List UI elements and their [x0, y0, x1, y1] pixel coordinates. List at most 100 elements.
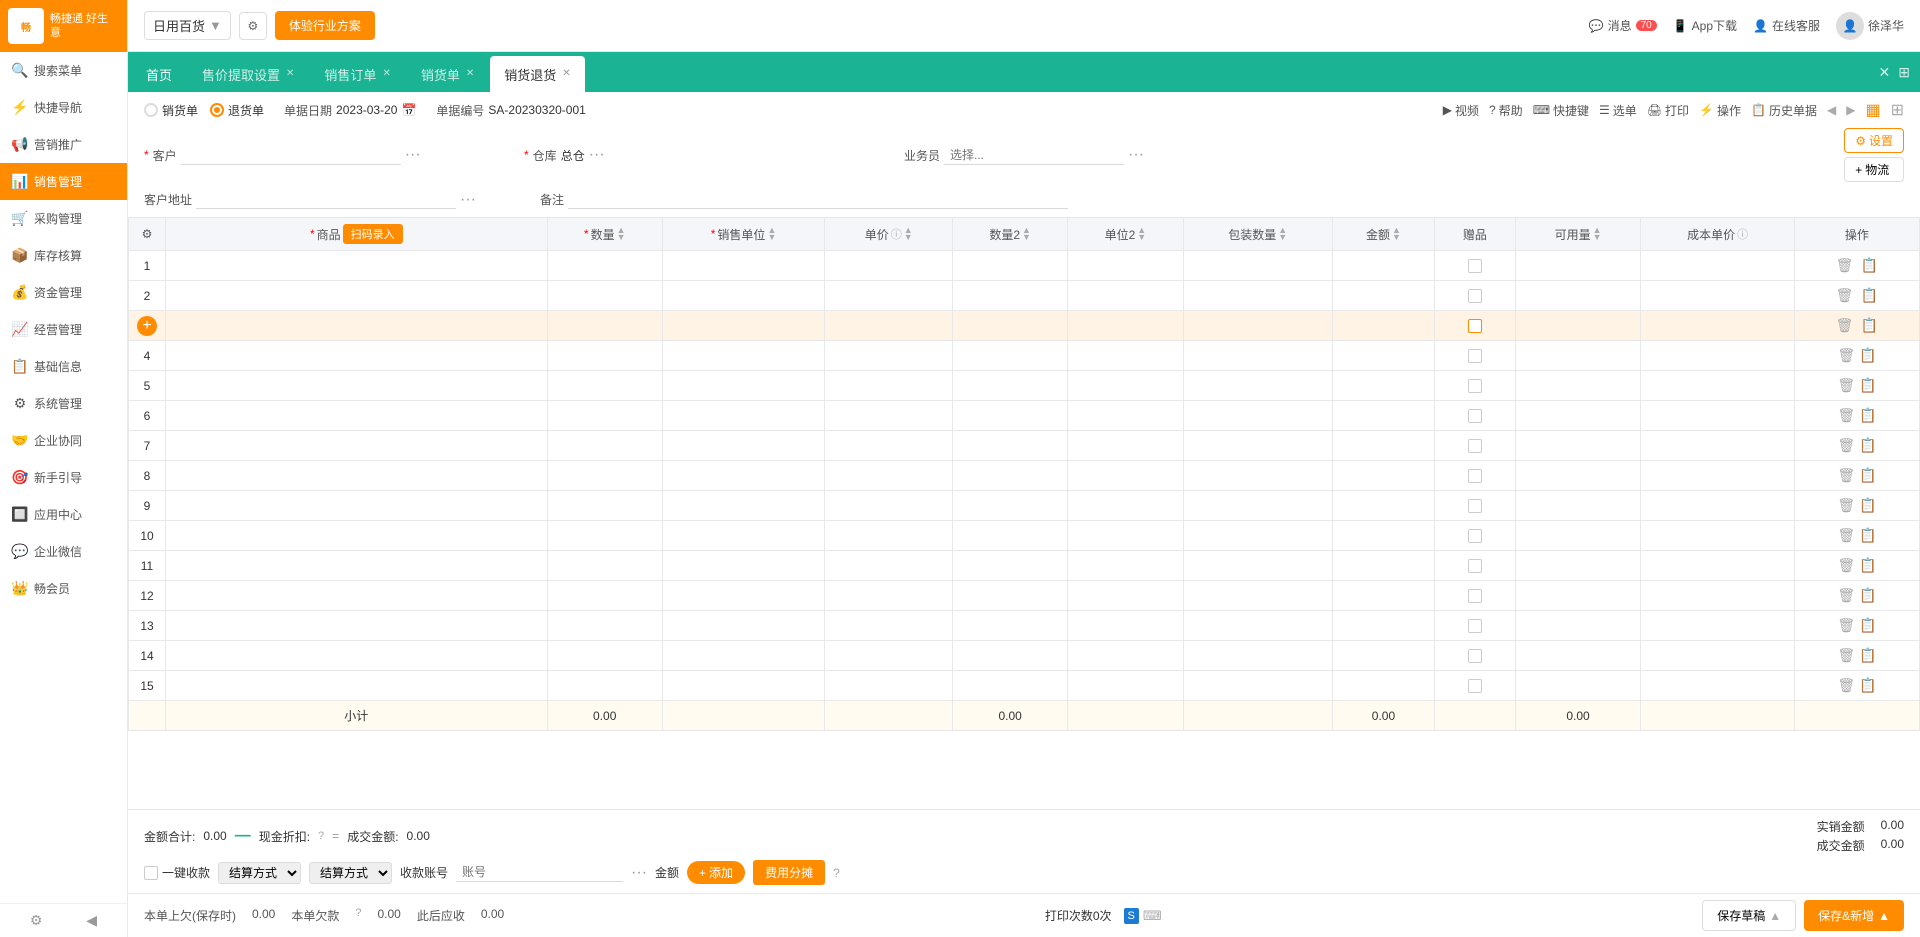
row-unit2[interactable] [1068, 311, 1183, 341]
copy-row-icon[interactable]: 📋 [1859, 467, 1876, 483]
row-amount[interactable] [1332, 281, 1434, 311]
copy-row-icon[interactable]: 📋 [1859, 377, 1876, 393]
tab-close-icon[interactable]: ✕ [466, 69, 474, 79]
row-price[interactable] [825, 281, 953, 311]
one-click-payment-checkbox[interactable]: 一键收款 [144, 864, 210, 881]
row-qty2[interactable] [953, 251, 1068, 281]
account-input[interactable] [456, 863, 623, 882]
experience-button[interactable]: 体验行业方案 [275, 11, 375, 40]
delete-row-icon[interactable]: 🗑 [1837, 467, 1855, 483]
row-price[interactable] [825, 311, 953, 341]
scan-barcode-button[interactable]: 扫码录入 [343, 224, 403, 244]
delete-row-icon[interactable]: 🗑 [1836, 287, 1854, 303]
row-qty[interactable] [547, 251, 662, 281]
sidebar-item-finance[interactable]: 💰 资金管理 [0, 274, 127, 311]
delete-row-icon[interactable]: 🗑 [1837, 347, 1855, 363]
save-new-button[interactable]: 保存&新增 ▲ [1804, 900, 1904, 931]
radio-sales[interactable]: 销货单 [144, 102, 198, 119]
copy-row-icon[interactable]: 📋 [1859, 497, 1876, 513]
nav-next-icon[interactable]: ▶ [1846, 103, 1855, 117]
gift-checkbox[interactable] [1468, 439, 1482, 453]
discount-help-icon[interactable]: ? [318, 830, 324, 842]
copy-row-icon[interactable]: 📋 [1859, 407, 1876, 423]
tab-menu-icon[interactable]: ⊞ [1896, 62, 1912, 83]
gift-checkbox[interactable] [1468, 379, 1482, 393]
tab-price-settings[interactable]: 售价提取设置 ✕ [188, 56, 308, 92]
copy-row-icon[interactable]: 📋 [1859, 557, 1876, 573]
delete-row-icon[interactable]: 🗑 [1836, 317, 1854, 333]
sidebar-item-search[interactable]: 🔍 搜索菜单 [0, 52, 127, 89]
sidebar-item-newbie[interactable]: 🎯 新手引导 [0, 459, 127, 496]
account-dots-icon[interactable]: ··· [631, 865, 647, 881]
user-profile[interactable]: 👤 徐泽华 [1836, 12, 1904, 40]
salesperson-input[interactable] [944, 146, 1124, 165]
row-qty[interactable] [547, 311, 662, 341]
radio-return[interactable]: 退货单 [210, 102, 264, 119]
sidebar-item-enterprise[interactable]: 🤝 企业协同 [0, 422, 127, 459]
address-dots-icon[interactable]: ··· [460, 192, 476, 208]
copy-row-icon[interactable]: 📋 [1859, 437, 1876, 453]
online-service-button[interactable]: 👤 在线客服 [1753, 17, 1820, 34]
row-unit[interactable] [662, 251, 824, 281]
gift-checkbox[interactable] [1468, 649, 1482, 663]
copy-row-icon[interactable]: 📋 [1859, 677, 1876, 693]
fenpei-button[interactable]: 费用分摊 [753, 860, 825, 885]
delete-row-icon[interactable]: 🗑 [1837, 587, 1855, 603]
calc-select[interactable]: 结算方式 [309, 862, 392, 884]
owe-help-icon[interactable]: ? [355, 907, 361, 924]
copy-row-icon[interactable]: 📋 [1859, 347, 1876, 363]
tab-sales[interactable]: 销货单 ✕ [407, 56, 488, 92]
add-payment-button[interactable]: + 添加 [687, 861, 745, 884]
row-amount[interactable] [1332, 311, 1434, 341]
row-qty2[interactable] [953, 311, 1068, 341]
copy-row-icon[interactable]: 📋 [1859, 647, 1876, 663]
tab-sales-return[interactable]: 销货退货 ✕ [490, 56, 584, 92]
row-price[interactable] [825, 251, 953, 281]
list-view-icon[interactable]: ▦ [1865, 100, 1880, 120]
delete-row-icon[interactable]: 🗑 [1837, 437, 1855, 453]
sidebar-item-member[interactable]: 👑 畅会员 [0, 570, 127, 607]
nav-prev-icon[interactable]: ◀ [1827, 103, 1836, 117]
row-amount[interactable] [1332, 251, 1434, 281]
row-pack-qty[interactable] [1183, 311, 1332, 341]
settlement-select[interactable]: 结算方式 [218, 862, 301, 884]
sidebar-item-operation[interactable]: 📈 经营管理 [0, 311, 127, 348]
gift-checkbox[interactable] [1468, 529, 1482, 543]
calendar-icon[interactable]: 📅 [401, 103, 416, 117]
customer-input[interactable] [181, 146, 401, 165]
copy-row-icon[interactable]: 📋 [1861, 317, 1878, 333]
delete-row-icon[interactable]: 🗑 [1837, 557, 1855, 573]
sidebar-item-marketing[interactable]: 📢 营销推广 [0, 126, 127, 163]
settings-config-button[interactable]: ⚙ 设置 [1844, 128, 1904, 153]
row-available[interactable] [1515, 311, 1641, 341]
salesperson-dots-icon[interactable]: ··· [1128, 147, 1144, 163]
delete-row-icon[interactable]: 🗑 [1837, 497, 1855, 513]
tab-sales-order[interactable]: 销售订单 ✕ [310, 56, 404, 92]
gift-checkbox[interactable] [1468, 499, 1482, 513]
payment-checkbox[interactable] [144, 866, 158, 880]
row-gift[interactable] [1435, 311, 1516, 341]
sidebar-item-shortcut[interactable]: ⚡ 快捷导航 [0, 89, 127, 126]
row-add-btn-cell[interactable]: + [129, 311, 166, 341]
row-unit[interactable] [662, 281, 824, 311]
shortcut-btn[interactable]: ⌨ 快捷键 [1533, 102, 1589, 119]
product-input-field[interactable] [174, 318, 539, 333]
gift-checkbox[interactable] [1468, 259, 1482, 273]
tab-close-active-icon[interactable]: ✕ [562, 69, 570, 79]
row-pack-qty[interactable] [1183, 281, 1332, 311]
gift-checkbox[interactable] [1468, 349, 1482, 363]
copy-row-icon[interactable]: 📋 [1861, 257, 1878, 273]
sidebar-item-wechat[interactable]: 💬 企业微信 [0, 533, 127, 570]
row-gift[interactable] [1435, 281, 1516, 311]
gift-checkbox[interactable] [1468, 619, 1482, 633]
help-btn[interactable]: ? 帮助 [1489, 102, 1523, 119]
date-value[interactable]: 2023-03-20 [336, 103, 397, 117]
copy-row-icon[interactable]: 📋 [1859, 617, 1876, 633]
delete-row-icon[interactable]: 🗑 [1837, 677, 1855, 693]
messages-button[interactable]: 💬 消息 70 [1589, 17, 1657, 34]
delete-row-icon[interactable]: 🗑 [1837, 407, 1855, 423]
sidebar-item-system[interactable]: ⚙ 系统管理 [0, 385, 127, 422]
price-info-icon[interactable]: ⓘ [891, 226, 902, 242]
gift-checkbox[interactable] [1468, 679, 1482, 693]
customer-dots-icon[interactable]: ··· [405, 147, 421, 163]
